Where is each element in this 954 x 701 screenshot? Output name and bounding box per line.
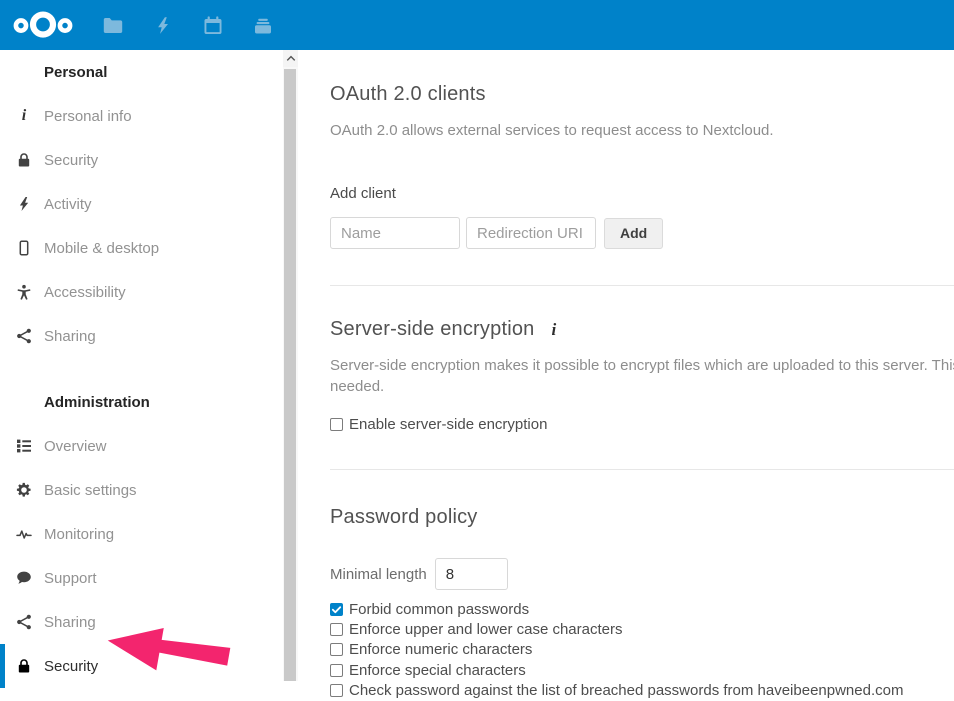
enable-encryption-label: Enable server-side encryption: [349, 416, 547, 433]
share-icon: [16, 614, 32, 630]
sidebar-item-label: Support: [44, 570, 97, 587]
policy-checkbox[interactable]: [330, 643, 343, 656]
sidebar-item-overview-admin[interactable]: Overview: [0, 424, 300, 468]
policy-row-enforce-upper-and-lower-case-characters[interactable]: Enforce upper and lower case characters: [330, 619, 954, 639]
password-policy-section: Password policy Minimal length Forbid co…: [330, 506, 954, 701]
sidebar-item-label: Sharing: [44, 328, 96, 345]
server-side-encryption-section: Server-side encryption i Server-side enc…: [330, 318, 954, 433]
app-button-files[interactable]: [88, 0, 138, 50]
accessibility-icon: [16, 284, 32, 300]
policy-checkbox-label: Forbid common passwords: [349, 601, 529, 618]
bolt-icon: [153, 16, 173, 35]
policy-checkbox-label: Enforce numeric characters: [349, 641, 532, 658]
sidebar-section-gap: [0, 358, 300, 380]
bolt-icon: [16, 196, 32, 212]
sidebar-item-activity[interactable]: Activity: [0, 182, 300, 226]
gear-icon: [16, 482, 32, 498]
policy-checkbox[interactable]: [330, 684, 343, 697]
sidebar-item-label: Sharing: [44, 614, 96, 631]
policy-row-forbid-common-passwords[interactable]: Forbid common passwords: [330, 599, 954, 619]
sidebar-item-label: Accessibility: [44, 284, 126, 301]
sidebar-item-personal-info[interactable]: i Personal info: [0, 94, 300, 138]
policy-checkbox-label: Enforce special characters: [349, 662, 526, 679]
nextcloud-logo[interactable]: [11, 7, 75, 43]
app-button-calendar[interactable]: [188, 0, 238, 50]
minimal-length-row: Minimal length: [330, 558, 954, 590]
minimal-length-label: Minimal length: [330, 566, 427, 583]
oauth-section-description: OAuth 2.0 allows external services to re…: [330, 120, 954, 141]
chevron-up-icon: [286, 55, 296, 62]
sidebar-item-label: Overview: [44, 438, 107, 455]
policy-row-check-password-against-the-list-of-breac[interactable]: Check password against the list of breac…: [330, 681, 954, 701]
settings-content: OAuth 2.0 clients OAuth 2.0 allows exter…: [300, 50, 954, 701]
info-icon: i: [16, 108, 32, 124]
add-client-button[interactable]: Add: [604, 218, 663, 249]
lock-icon: [16, 658, 32, 674]
policy-row-enforce-numeric-characters[interactable]: Enforce numeric characters: [330, 640, 954, 660]
folder-icon: [103, 16, 123, 35]
policy-row-enforce-special-characters[interactable]: Enforce special characters: [330, 660, 954, 680]
archive-icon: [253, 16, 273, 35]
sidebar-item-sharing[interactable]: Sharing: [0, 314, 300, 358]
top-header: [0, 0, 954, 50]
scrollbar-thumb[interactable]: [284, 69, 296, 681]
sidebar-item-basic-settings-admin[interactable]: Basic settings: [0, 468, 300, 512]
policy-checkbox-label: Check password against the list of breac…: [349, 682, 903, 699]
password-policy-options: Forbid common passwords Enforce upper and…: [330, 599, 954, 701]
sidebar-item-label: Basic settings: [44, 482, 137, 499]
sidebar-item-security[interactable]: Security: [0, 138, 300, 182]
pulse-icon: [16, 526, 32, 542]
sidebar-item-accessibility[interactable]: Accessibility: [0, 270, 300, 314]
encryption-section-description: Server-side encryption makes it possible…: [330, 355, 954, 397]
scroll-up-button[interactable]: [283, 50, 298, 67]
sidebar-section-header-personal: Personal: [0, 50, 300, 94]
policy-checkbox[interactable]: [330, 623, 343, 636]
chat-icon: [16, 570, 32, 586]
oauth-clients-section: OAuth 2.0 clients OAuth 2.0 allows exter…: [330, 50, 954, 249]
add-client-form: Add: [330, 217, 954, 249]
sidebar-item-label: Security: [44, 658, 98, 675]
section-divider: [330, 469, 954, 470]
section-divider: [330, 285, 954, 286]
info-icon[interactable]: i: [552, 320, 557, 340]
add-client-label: Add client: [330, 185, 954, 202]
sidebar-item-label: Mobile & desktop: [44, 240, 159, 257]
redirection-uri-input[interactable]: [466, 217, 596, 249]
sidebar-section-header-administration: Administration: [0, 380, 300, 424]
policy-checkbox-label: Enforce upper and lower case characters: [349, 621, 622, 638]
list-icon: [16, 438, 32, 454]
app-button-activity[interactable]: [138, 0, 188, 50]
app-button-archive[interactable]: [238, 0, 288, 50]
policy-checkbox[interactable]: [330, 664, 343, 677]
sidebar-scrollbar[interactable]: [283, 50, 298, 681]
enable-encryption-checkbox[interactable]: [330, 418, 343, 431]
sidebar-item-label: Monitoring: [44, 526, 114, 543]
enable-encryption-row[interactable]: Enable server-side encryption: [330, 416, 954, 433]
sidebar-item-mobile-desktop[interactable]: Mobile & desktop: [0, 226, 300, 270]
password-policy-title: Password policy: [330, 506, 954, 529]
phone-icon: [16, 240, 32, 256]
sidebar-item-label: Activity: [44, 196, 92, 213]
minimal-length-input[interactable]: [435, 558, 508, 590]
client-name-input[interactable]: [330, 217, 460, 249]
oauth-section-title: OAuth 2.0 clients: [330, 83, 954, 106]
sidebar-item-monitoring-admin[interactable]: Monitoring: [0, 512, 300, 556]
encryption-section-title: Server-side encryption: [330, 318, 535, 341]
app-menu: [88, 0, 288, 50]
calendar-icon: [203, 16, 223, 35]
sidebar-item-label: Security: [44, 152, 98, 169]
share-icon: [16, 328, 32, 344]
settings-sidebar: Personal i Personal info Security Activity Mo…: [0, 50, 300, 681]
lock-icon: [16, 152, 32, 168]
sidebar-item-label: Personal info: [44, 108, 132, 125]
policy-checkbox[interactable]: [330, 603, 343, 616]
sidebar-item-support-admin[interactable]: Support: [0, 556, 300, 600]
